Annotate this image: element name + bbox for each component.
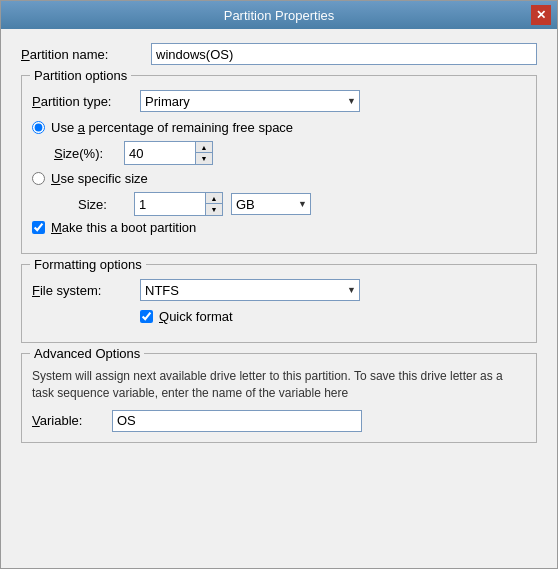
advanced-options-section: Advanced Options System will assign next…	[21, 353, 537, 443]
size-percent-label: Size(%):	[54, 146, 124, 161]
partition-options-title: Partition options	[30, 68, 131, 83]
partition-name-row: Partition name:	[21, 43, 537, 65]
size-unit-select-wrapper: MB GB TB	[231, 193, 311, 215]
file-system-select-wrapper: NTFS FAT32 exFAT	[140, 279, 360, 301]
use-percentage-radio[interactable]	[32, 121, 45, 134]
variable-label: Variable:	[32, 413, 112, 428]
use-percentage-radio-row: Use a percentage of remaining free space	[32, 120, 526, 135]
size-percent-spinbox: ▲ ▼	[124, 141, 213, 165]
partition-properties-dialog: Partition Properties ✕ Partition name: P…	[0, 0, 558, 569]
size-specific-label: Size:	[78, 197, 126, 212]
variable-input[interactable]	[112, 410, 362, 432]
advanced-options-description: System will assign next available drive …	[32, 368, 526, 402]
size-percent-row: Size(%): ▲ ▼	[54, 141, 526, 165]
boot-partition-label: Make this a boot partition	[51, 220, 196, 235]
size-percent-up-button[interactable]: ▲	[196, 142, 212, 153]
size-percent-input[interactable]	[125, 142, 195, 164]
quick-format-row: Quick format	[140, 309, 526, 324]
dialog-body: Partition name: Partition options Partit…	[1, 29, 557, 568]
boot-partition-row: Make this a boot partition	[32, 220, 526, 235]
size-percent-down-button[interactable]: ▼	[196, 153, 212, 164]
partition-type-select[interactable]: Primary Logical Extended	[140, 90, 360, 112]
size-unit-select[interactable]: MB GB TB	[231, 193, 311, 215]
use-specific-label: Use specific size	[51, 171, 148, 186]
quick-format-checkbox[interactable]	[140, 310, 153, 323]
advanced-options-title: Advanced Options	[30, 346, 144, 361]
file-system-label: File system:	[32, 283, 140, 298]
partition-options-section: Partition options Partition type: Primar…	[21, 75, 537, 254]
use-percentage-label: Use a percentage of remaining free space	[51, 120, 293, 135]
size-specific-up-button[interactable]: ▲	[206, 193, 222, 204]
formatting-options-title: Formatting options	[30, 257, 146, 272]
partition-type-row: Partition type: Primary Logical Extended	[32, 90, 526, 112]
close-button[interactable]: ✕	[531, 5, 551, 25]
dialog-title: Partition Properties	[27, 8, 531, 23]
file-system-row: File system: NTFS FAT32 exFAT	[32, 279, 526, 301]
formatting-options-section: Formatting options File system: NTFS FAT…	[21, 264, 537, 343]
size-specific-down-button[interactable]: ▼	[206, 204, 222, 215]
title-bar: Partition Properties ✕	[1, 1, 557, 29]
quick-format-label: Quick format	[159, 309, 233, 324]
partition-name-input[interactable]	[151, 43, 537, 65]
partition-name-label: Partition name:	[21, 47, 151, 62]
use-specific-radio[interactable]	[32, 172, 45, 185]
size-specific-row: Size: ▲ ▼ MB GB TB	[54, 192, 526, 216]
boot-partition-checkbox[interactable]	[32, 221, 45, 234]
partition-type-label: Partition type:	[32, 94, 140, 109]
size-specific-input[interactable]	[135, 193, 205, 215]
size-specific-spinbox: ▲ ▼	[134, 192, 223, 216]
use-specific-radio-row: Use specific size	[32, 171, 526, 186]
variable-row: Variable:	[32, 410, 526, 432]
file-system-select[interactable]: NTFS FAT32 exFAT	[140, 279, 360, 301]
partition-type-select-wrapper: Primary Logical Extended	[140, 90, 360, 112]
